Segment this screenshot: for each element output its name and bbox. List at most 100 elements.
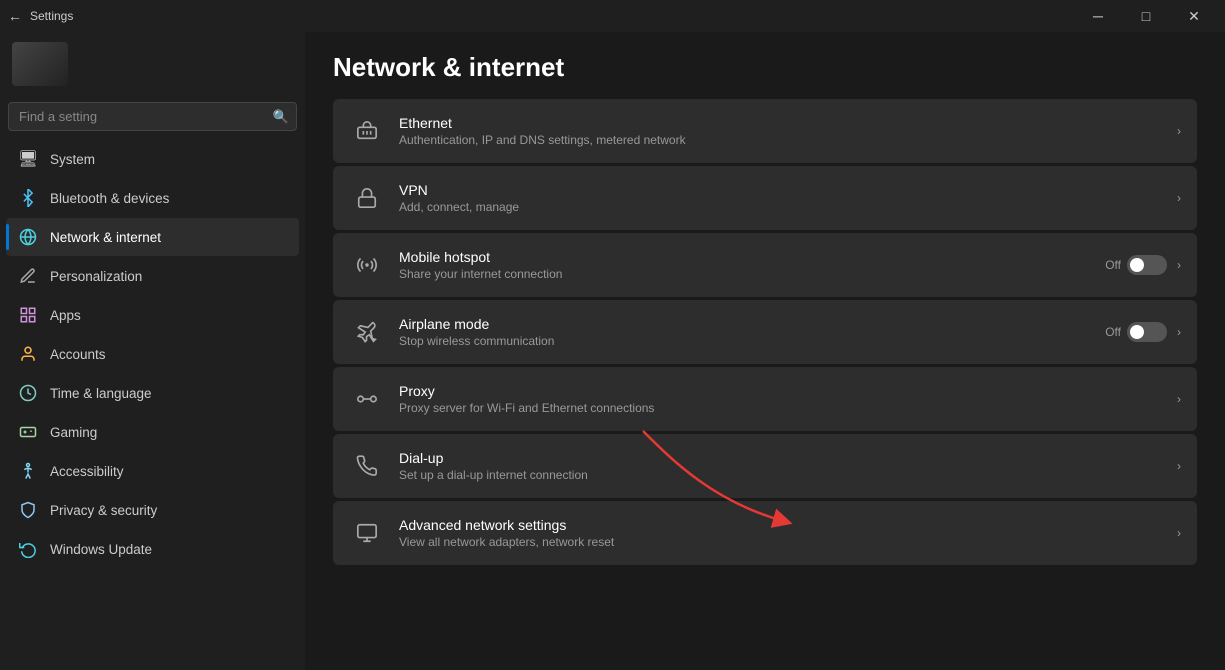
advanced-network-icon [349, 515, 385, 551]
mobile-hotspot-toggle-thumb [1130, 258, 1144, 272]
vpn-right: › [1177, 191, 1181, 205]
sidebar-item-bluetooth[interactable]: Bluetooth & devices [6, 179, 299, 217]
vpn-text: VPN Add, connect, manage [399, 182, 1177, 214]
apps-icon [18, 305, 38, 325]
close-button[interactable]: ✕ [1171, 0, 1217, 32]
sidebar-item-label: Privacy & security [50, 503, 157, 518]
settings-item-ethernet[interactable]: Ethernet Authentication, IP and DNS setti… [333, 99, 1197, 163]
mobile-hotspot-chevron: › [1177, 258, 1181, 272]
sidebar-item-gaming[interactable]: Gaming [6, 413, 299, 451]
mobile-hotspot-desc: Share your internet connection [399, 267, 1105, 281]
proxy-text: ProxyProxy server for Wi-Fi and Ethernet… [399, 383, 1177, 415]
privacy-icon [18, 500, 38, 520]
profile-section [0, 32, 305, 98]
bluetooth-icon [18, 188, 38, 208]
proxy-chevron: › [1177, 392, 1181, 406]
avatar[interactable] [12, 42, 68, 86]
personalization-icon [18, 266, 38, 286]
proxy-desc: Proxy server for Wi-Fi and Ethernet conn… [399, 401, 1177, 415]
airplane-mode-right: Off › [1105, 322, 1181, 342]
proxy-right: › [1177, 392, 1181, 406]
gaming-icon [18, 422, 38, 442]
page-title: Network & internet [333, 52, 1197, 83]
sidebar-item-update[interactable]: Windows Update [6, 530, 299, 568]
sidebar-item-accounts[interactable]: Accounts [6, 335, 299, 373]
settings-item-mobile-hotspot[interactable]: Mobile hotspot Share your internet connec… [333, 233, 1197, 297]
vpn-chevron: › [1177, 191, 1181, 205]
proxy-icon [349, 381, 385, 417]
sidebar-item-time[interactable]: Time & language [6, 374, 299, 412]
airplane-mode-toggle-thumb [1130, 325, 1144, 339]
airplane-mode-text: Airplane mode Stop wireless communication [399, 316, 1105, 348]
sidebar-item-system[interactable]: 🖥 System [6, 140, 299, 178]
search-container: 🔍 [8, 102, 297, 131]
update-icon [18, 539, 38, 559]
advanced-network-desc: View all network adapters, network reset [399, 535, 1177, 549]
dialup-chevron: › [1177, 459, 1181, 473]
sidebar-item-label: System [50, 152, 95, 167]
dialup-desc: Set up a dial-up internet connection [399, 468, 1177, 482]
advanced-network-text: Advanced network settings View all networ… [399, 517, 1177, 549]
airplane-mode-icon [349, 314, 385, 350]
minimize-button[interactable]: ─ [1075, 0, 1121, 32]
sidebar-item-label: Gaming [50, 425, 97, 440]
mobile-hotspot-icon [349, 247, 385, 283]
settings-item-vpn[interactable]: VPN Add, connect, manage› [333, 166, 1197, 230]
vpn-icon [349, 180, 385, 216]
dialup-text: Dial-up Set up a dial-up internet connect… [399, 450, 1177, 482]
mobile-hotspot-toggle[interactable]: Off [1105, 255, 1167, 275]
mobile-hotspot-text: Mobile hotspot Share your internet connec… [399, 249, 1105, 281]
sidebar-item-label: Personalization [50, 269, 142, 284]
airplane-mode-chevron: › [1177, 325, 1181, 339]
sidebar-item-personalization[interactable]: Personalization [6, 257, 299, 295]
titlebar-controls: ─ □ ✕ [1075, 0, 1217, 32]
settings-item-dialup[interactable]: Dial-up Set up a dial-up internet connect… [333, 434, 1197, 498]
vpn-title: VPN [399, 182, 1177, 198]
advanced-network-chevron: › [1177, 526, 1181, 540]
dialup-right: › [1177, 459, 1181, 473]
settings-list: Ethernet Authentication, IP and DNS setti… [333, 99, 1197, 565]
sidebar-item-label: Windows Update [50, 542, 152, 557]
sidebar-nav: 🖥 System Bluetooth & devices Network & inte… [0, 139, 305, 569]
airplane-mode-toggle[interactable]: Off [1105, 322, 1167, 342]
sidebar: 🔍 🖥 System Bluetooth & devices Network & in… [0, 32, 305, 670]
mobile-hotspot-title: Mobile hotspot [399, 249, 1105, 265]
sidebar-item-network[interactable]: Network & internet [6, 218, 299, 256]
advanced-network-title: Advanced network settings [399, 517, 1177, 533]
airplane-mode-title: Airplane mode [399, 316, 1105, 332]
back-icon[interactable]: ← [8, 8, 22, 24]
advanced-network-right: › [1177, 526, 1181, 540]
sidebar-item-label: Accessibility [50, 464, 124, 479]
sidebar-item-accessibility[interactable]: Accessibility [6, 452, 299, 490]
sidebar-item-privacy[interactable]: Privacy & security [6, 491, 299, 529]
system-icon: 🖥 [18, 149, 38, 169]
sidebar-item-apps[interactable]: Apps [6, 296, 299, 334]
settings-item-advanced-network[interactable]: Advanced network settings View all networ… [333, 501, 1197, 565]
search-icon: 🔍 [273, 109, 289, 125]
sidebar-item-label: Accounts [50, 347, 106, 362]
maximize-button[interactable]: □ [1123, 0, 1169, 32]
airplane-mode-desc: Stop wireless communication [399, 334, 1105, 348]
settings-item-airplane-mode[interactable]: Airplane mode Stop wireless communication… [333, 300, 1197, 364]
search-input[interactable] [8, 102, 297, 131]
ethernet-chevron: › [1177, 124, 1181, 138]
airplane-mode-toggle-track[interactable] [1127, 322, 1167, 342]
sidebar-item-label: Time & language [50, 386, 152, 401]
ethernet-title: Ethernet [399, 115, 1177, 131]
sidebar-item-label: Network & internet [50, 230, 161, 245]
titlebar: ← Settings ─ □ ✕ [0, 0, 1225, 32]
ethernet-icon [349, 113, 385, 149]
mobile-hotspot-right: Off › [1105, 255, 1181, 275]
titlebar-left: ← Settings [8, 8, 73, 24]
settings-item-proxy[interactable]: ProxyProxy server for Wi-Fi and Ethernet… [333, 367, 1197, 431]
main-layout: 🔍 🖥SystemBluetooth & devicesNetwork & in… [0, 32, 1225, 670]
mobile-hotspot-toggle-label: Off [1105, 258, 1121, 272]
accessibility-icon [18, 461, 38, 481]
vpn-desc: Add, connect, manage [399, 200, 1177, 214]
content-area: Network & internet Ethernet Authenticatio… [305, 32, 1225, 670]
ethernet-text: Ethernet Authentication, IP and DNS setti… [399, 115, 1177, 147]
dialup-icon [349, 448, 385, 484]
mobile-hotspot-toggle-track[interactable] [1127, 255, 1167, 275]
ethernet-desc: Authentication, IP and DNS settings, met… [399, 133, 1177, 147]
dialup-title: Dial-up [399, 450, 1177, 466]
